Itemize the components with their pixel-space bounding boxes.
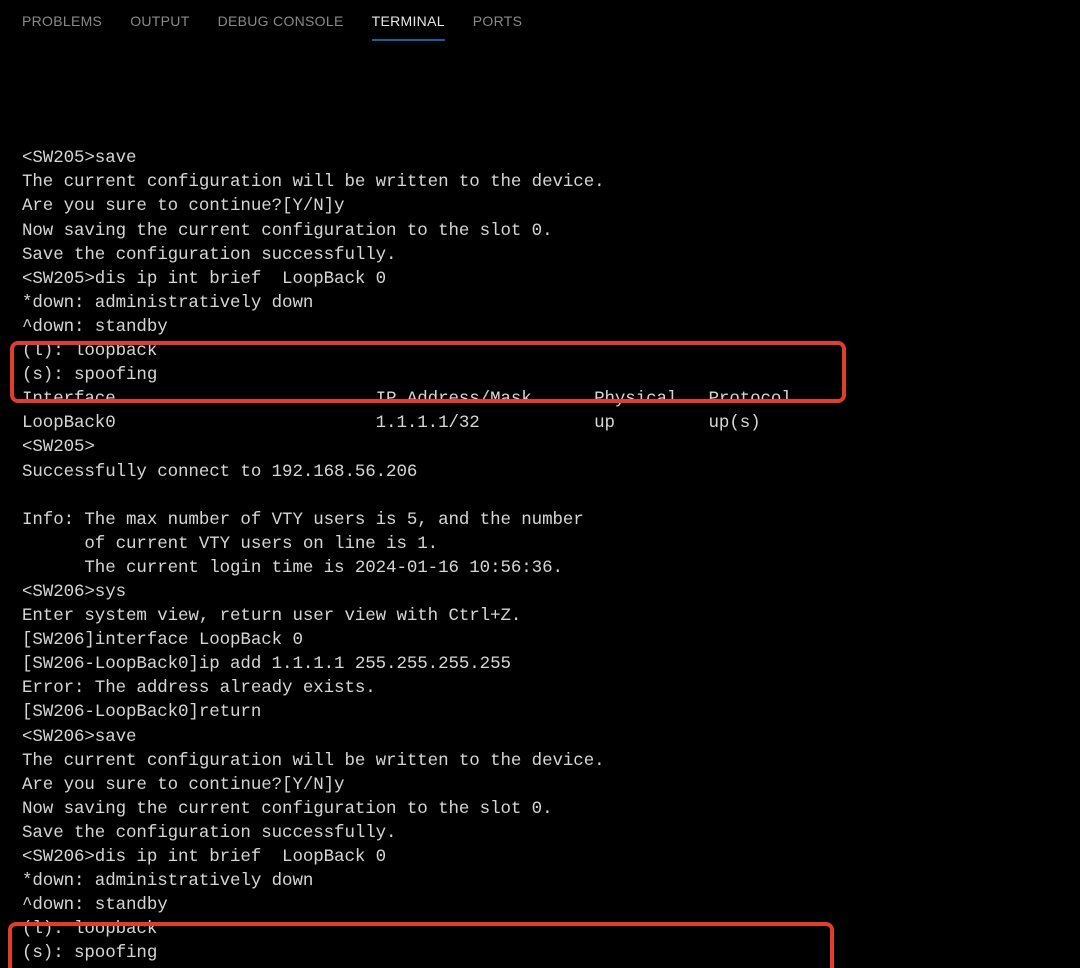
terminal-line: ^down: standby	[22, 893, 1058, 917]
terminal-line: (s): spoofing	[22, 363, 1058, 387]
terminal-line: ^down: standby	[22, 315, 1058, 339]
terminal-line: [SW206-LoopBack0]return	[22, 700, 1058, 724]
terminal-line: Now saving the current configuration to …	[22, 797, 1058, 821]
tab-debug-console[interactable]: DEBUG CONSOLE	[218, 13, 344, 41]
terminal-line: (s): spoofing	[22, 941, 1058, 965]
terminal-line: Are you sure to continue?[Y/N]y	[22, 773, 1058, 797]
terminal-line: (l): loopback	[22, 339, 1058, 363]
terminal-line: <SW205>dis ip int brief LoopBack 0	[22, 267, 1058, 291]
tab-output[interactable]: OUTPUT	[130, 13, 189, 41]
terminal-line: <SW205>save	[22, 146, 1058, 170]
terminal-line: Save the configuration successfully.	[22, 243, 1058, 267]
terminal-line: [SW206-LoopBack0]ip add 1.1.1.1 255.255.…	[22, 652, 1058, 676]
terminal-line: *down: administratively down	[22, 869, 1058, 893]
terminal-line: <SW206>dis ip int brief LoopBack 0	[22, 845, 1058, 869]
terminal-line: Are you sure to continue?[Y/N]y	[22, 194, 1058, 218]
tab-terminal[interactable]: TERMINAL	[372, 13, 445, 41]
tab-ports[interactable]: PORTS	[473, 13, 522, 41]
terminal-line: LoopBack0 1.1.1.1/32 up up(s)	[22, 411, 1058, 435]
terminal-line	[22, 484, 1058, 508]
terminal-line: Info: The max number of VTY users is 5, …	[22, 508, 1058, 532]
terminal-line: <SW206>save	[22, 725, 1058, 749]
terminal-output[interactable]: <SW205>saveThe current configuration wil…	[0, 44, 1080, 968]
panel-tabs: PROBLEMS OUTPUT DEBUG CONSOLE TERMINAL P…	[0, 0, 1080, 44]
tab-problems[interactable]: PROBLEMS	[22, 13, 102, 41]
terminal-line: The current login time is 2024-01-16 10:…	[22, 556, 1058, 580]
terminal-line: (l): loopback	[22, 917, 1058, 941]
terminal-line: <SW206>sys	[22, 580, 1058, 604]
terminal-line: The current configuration will be writte…	[22, 749, 1058, 773]
terminal-line: Error: The address already exists.	[22, 676, 1058, 700]
terminal-line: Successfully connect to 192.168.56.206	[22, 460, 1058, 484]
terminal-line: [SW206]interface LoopBack 0	[22, 628, 1058, 652]
terminal-line: Enter system view, return user view with…	[22, 604, 1058, 628]
terminal-line: of current VTY users on line is 1.	[22, 532, 1058, 556]
terminal-line: Now saving the current configuration to …	[22, 219, 1058, 243]
terminal-line: <SW205>	[22, 435, 1058, 459]
terminal-line: Save the configuration successfully.	[22, 821, 1058, 845]
terminal-line: The current configuration will be writte…	[22, 170, 1058, 194]
terminal-line: Interface IP Address/Mask Physical Proto…	[22, 387, 1058, 411]
terminal-line: *down: administratively down	[22, 291, 1058, 315]
